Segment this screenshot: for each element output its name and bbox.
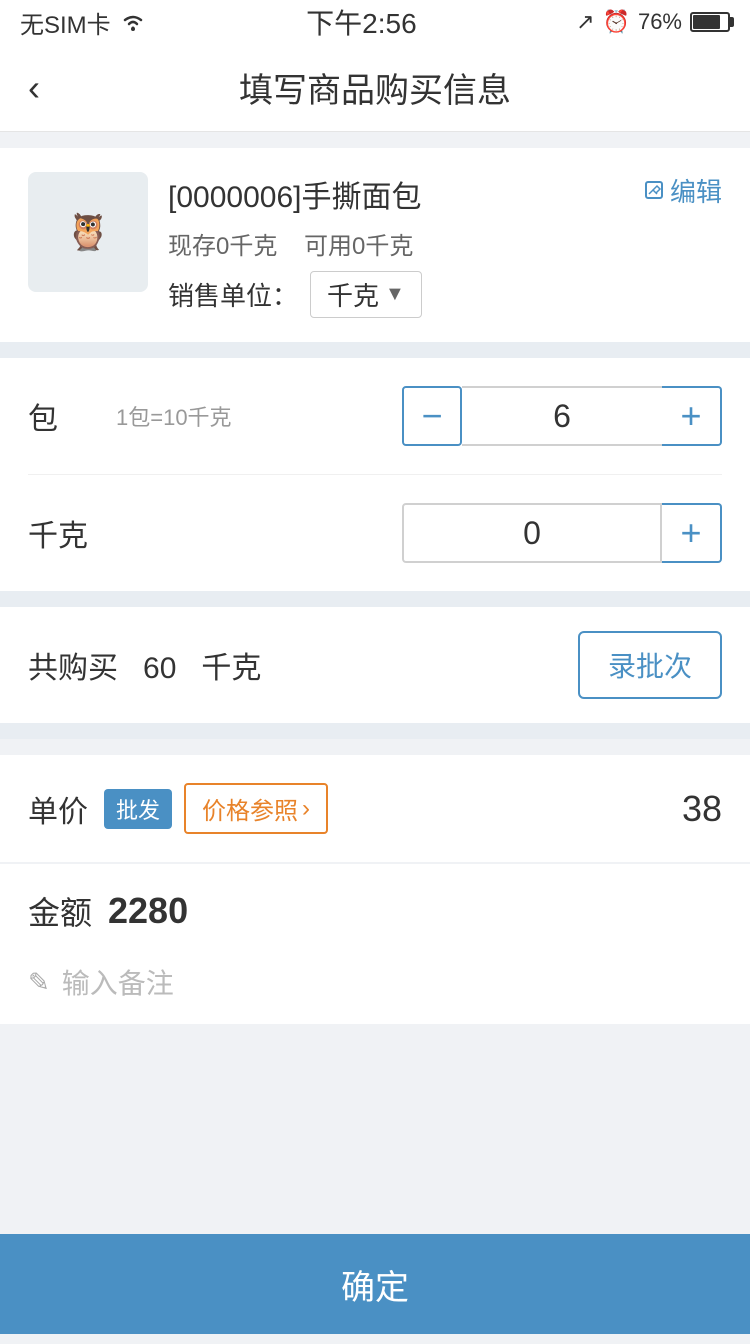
back-button[interactable]: ‹ bbox=[28, 67, 40, 109]
total-section: 共购买 60 千克 录批次 bbox=[0, 607, 750, 723]
status-right: ↗ ⏰ 76% bbox=[576, 9, 730, 35]
price-section: 单价 批发 价格参照 › 38 bbox=[0, 755, 750, 862]
edit-button[interactable]: 编辑 bbox=[644, 172, 722, 209]
battery-icon bbox=[690, 12, 730, 32]
bao-input-row: 包 1包=10千克 − + bbox=[28, 358, 722, 475]
bao-input-section: 包 1包=10千克 − + 千克 + bbox=[0, 358, 750, 591]
product-logo: 🦉 bbox=[66, 211, 111, 253]
status-carrier: 无SIM卡 bbox=[20, 5, 147, 40]
bao-sublabel: 1包=10千克 bbox=[116, 400, 402, 432]
amount-label: 金额 bbox=[28, 888, 92, 934]
price-ref-button[interactable]: 价格参照 › bbox=[184, 783, 328, 834]
total-qty: 60 bbox=[143, 652, 176, 685]
bao-minus-button[interactable]: − bbox=[402, 386, 462, 446]
note-placeholder: 输入备注 bbox=[62, 962, 174, 1002]
amount-value: 2280 bbox=[108, 890, 188, 932]
note-row[interactable]: ✎ 输入备注 bbox=[28, 950, 722, 1014]
kg-quantity-input[interactable] bbox=[402, 503, 662, 563]
kg-label: 千克 bbox=[28, 511, 108, 555]
section-divider-2 bbox=[0, 591, 750, 607]
battery-percent: 76% bbox=[638, 9, 682, 35]
amount-row: 金额 2280 bbox=[28, 888, 722, 934]
product-card: 🦉 [0000006]手撕面包 编辑 现存0千克 可用0千克 销售单位： 千克 bbox=[0, 148, 750, 342]
price-label: 单价 bbox=[28, 787, 88, 831]
location-icon: ↗ bbox=[576, 9, 594, 35]
section-divider-1 bbox=[0, 342, 750, 358]
edit-icon bbox=[644, 180, 666, 202]
status-time: 下午2:56 bbox=[306, 2, 417, 42]
alarm-icon: ⏰ bbox=[603, 9, 630, 35]
product-image: 🦉 bbox=[28, 172, 148, 292]
page-title: 填写商品购买信息 bbox=[239, 63, 511, 112]
product-stock: 现存0千克 可用0千克 bbox=[168, 226, 722, 261]
batch-button[interactable]: 录批次 bbox=[578, 631, 722, 699]
product-info: [0000006]手撕面包 编辑 现存0千克 可用0千克 销售单位： 千克 ▼ bbox=[168, 172, 722, 318]
confirm-button[interactable]: 确定 bbox=[0, 1234, 750, 1334]
price-ref-arrow-icon: › bbox=[302, 795, 310, 823]
price-type-tag: 批发 bbox=[104, 789, 172, 829]
kg-plus-button[interactable]: + bbox=[662, 503, 722, 563]
wifi-icon bbox=[119, 12, 147, 32]
section-divider-3 bbox=[0, 723, 750, 739]
note-icon: ✎ bbox=[28, 967, 50, 998]
total-text: 共购买 60 千克 bbox=[28, 643, 261, 687]
price-value: 38 bbox=[682, 788, 722, 830]
product-name: [0000006]手撕面包 bbox=[168, 172, 421, 216]
bao-qty-control: − + bbox=[402, 386, 722, 446]
amount-section: 金额 2280 ✎ 输入备注 bbox=[0, 864, 750, 1024]
nav-bar: ‹ 填写商品购买信息 bbox=[0, 44, 750, 132]
unit-selector[interactable]: 千克 ▼ bbox=[310, 271, 422, 318]
kg-qty-control: + bbox=[402, 503, 722, 563]
dropdown-arrow-icon: ▼ bbox=[385, 283, 405, 306]
product-unit-row: 销售单位： 千克 ▼ bbox=[168, 271, 722, 318]
bao-label: 包 bbox=[28, 394, 108, 438]
bao-plus-button[interactable]: + bbox=[662, 386, 722, 446]
bao-quantity-input[interactable] bbox=[462, 386, 662, 446]
status-bar: 无SIM卡 下午2:56 ↗ ⏰ 76% bbox=[0, 0, 750, 44]
kg-input-row: 千克 + bbox=[28, 475, 722, 591]
